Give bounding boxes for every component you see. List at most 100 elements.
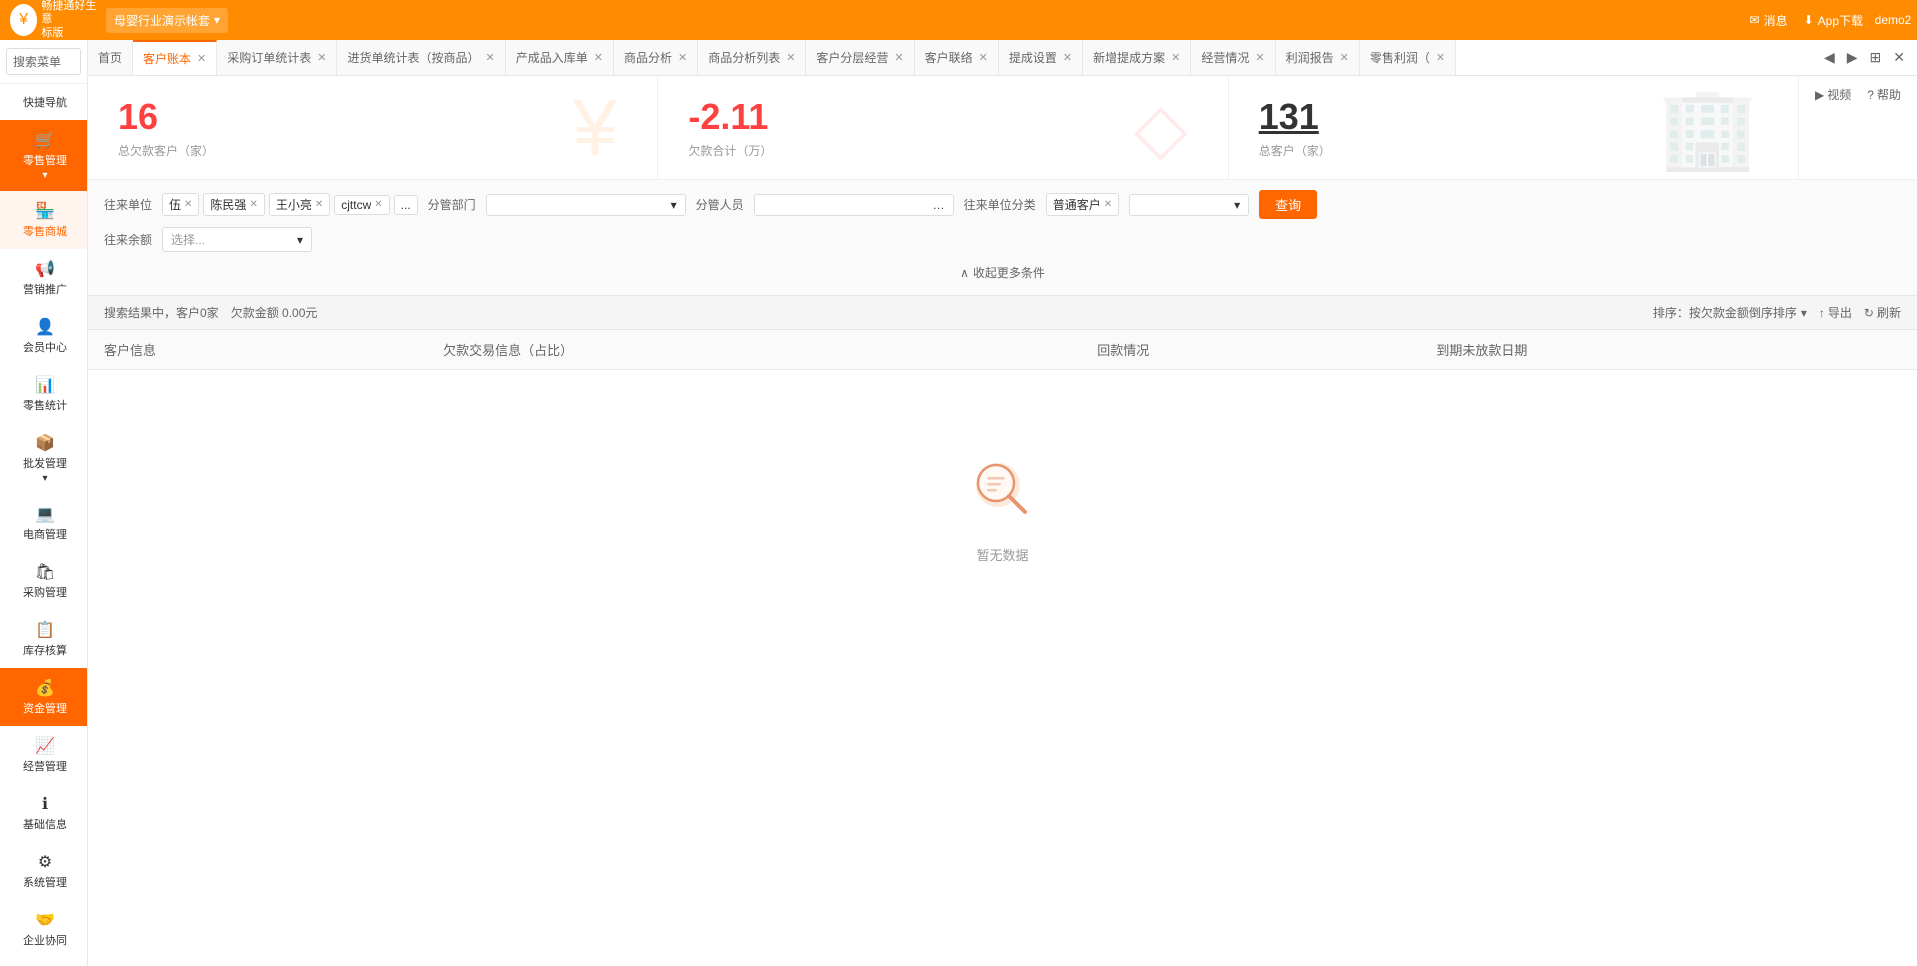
tab-purchase-order-stat[interactable]: 采购订单统计表 ✕ bbox=[217, 40, 337, 76]
sidebar-item-finance[interactable]: 💰 资金管理 bbox=[0, 668, 87, 726]
unit-filter-label: 往来单位 bbox=[104, 196, 152, 213]
sidebar-item-purchase[interactable]: 🛍 采购管理 bbox=[0, 552, 87, 610]
sidebar-item-enterprise-coop[interactable]: 🤝 企业协同 bbox=[0, 900, 87, 958]
sort-select[interactable]: 排序：按欠款金额倒序排序 ▾ bbox=[1653, 304, 1807, 321]
download-icon: ⬇ bbox=[1804, 13, 1814, 27]
filter-tag-wu: 伍 ✕ bbox=[162, 193, 199, 216]
ecommerce-icon: 💻 bbox=[35, 504, 55, 524]
balance-filter-select[interactable]: 选择... ▾ bbox=[162, 227, 312, 252]
sidebar-item-marketing[interactable]: 📢 营销推广 bbox=[0, 249, 87, 307]
video-btn[interactable]: ▶ 视频 bbox=[1815, 86, 1851, 103]
results-bar: 搜索结果中，客户0家 欠款金额 0.00元 排序：按欠款金额倒序排序 ▾ ↑ 导… bbox=[88, 296, 1917, 330]
table-header-repayment: 回款情况 bbox=[1081, 330, 1420, 370]
tab-close-new-promotion[interactable]: ✕ bbox=[1171, 51, 1180, 64]
filter-tag-cjttcw: cjttcw ✕ bbox=[334, 195, 389, 215]
tab-retail-profit[interactable]: 零售利润（ ✕ bbox=[1360, 40, 1456, 76]
sys-icon: ⚙ bbox=[38, 852, 52, 872]
empty-icon bbox=[963, 450, 1043, 533]
stat-card-total-customers: 🏢 131 总客户（家） bbox=[1229, 76, 1799, 179]
refresh-btn[interactable]: ↻ 刷新 bbox=[1864, 304, 1901, 321]
tab-close-product[interactable]: ✕ bbox=[678, 51, 687, 64]
tab-product-analysis[interactable]: 商品分析 ✕ bbox=[614, 40, 698, 76]
table-header-customer-info: 客户信息 bbox=[88, 330, 427, 370]
tab-close-profit[interactable]: ✕ bbox=[1340, 51, 1349, 64]
tab-close-segment[interactable]: ✕ bbox=[894, 51, 903, 64]
tab-profit-report[interactable]: 利润报告 ✕ bbox=[1276, 40, 1360, 76]
person-filter-select[interactable]: … bbox=[754, 194, 954, 216]
tab-close-contact[interactable]: ✕ bbox=[979, 51, 988, 64]
chevron-down-icon: ▾ bbox=[214, 13, 220, 27]
dept-filter-label: 分管部门 bbox=[428, 196, 476, 213]
total-customers-label: 总客户（家） bbox=[1259, 142, 1331, 159]
person-filter-label: 分管人员 bbox=[696, 196, 744, 213]
credit-customers-value: 16 bbox=[118, 96, 158, 138]
tab-close-ops[interactable]: ✕ bbox=[1255, 51, 1264, 64]
tag-normal-close[interactable]: ✕ bbox=[1104, 199, 1112, 210]
dept-filter-select[interactable]: ▾ bbox=[486, 194, 686, 216]
user-avatar-btn[interactable]: demo2 bbox=[1879, 6, 1907, 34]
tab-close-inbound[interactable]: ✕ bbox=[486, 51, 495, 64]
sidebar-item-member-center[interactable]: 👤 会员中心 bbox=[0, 307, 87, 365]
sidebar-item-base-info[interactable]: ℹ 基础信息 bbox=[0, 784, 87, 842]
sidebar-item-ecommerce[interactable]: 💻 电商管理 bbox=[0, 494, 87, 552]
tab-expand-btn[interactable]: ⊞ bbox=[1866, 47, 1886, 68]
tab-close-promotion[interactable]: ✕ bbox=[1063, 51, 1072, 64]
tab-bar-actions: ◀ ▶ ⊞ ✕ bbox=[1820, 47, 1917, 68]
tab-product-analysis-list[interactable]: 商品分析列表 ✕ bbox=[698, 40, 806, 76]
unit-category-select[interactable]: ▾ bbox=[1129, 194, 1249, 216]
sidebar-item-inventory[interactable]: 📋 库存核算 bbox=[0, 610, 87, 668]
help-icon: ? bbox=[1867, 88, 1874, 102]
sidebar-item-ops[interactable]: 📈 经营管理 bbox=[0, 726, 87, 784]
inventory-icon: 📋 bbox=[35, 620, 55, 640]
tag-chen-close[interactable]: ✕ bbox=[249, 199, 257, 210]
top-bar: ¥ 畅捷通好生意 标版 母婴行业演示帐套 ▾ ✉ 消息 ⬇ App下载 demo… bbox=[0, 0, 1917, 40]
sidebar-search-area: 搜索菜单 bbox=[0, 40, 87, 84]
tab-close-purchase[interactable]: ✕ bbox=[317, 51, 326, 64]
tab-scroll-left-btn[interactable]: ◀ bbox=[1820, 47, 1839, 68]
sidebar-item-retail-stats[interactable]: 📊 零售统计 bbox=[0, 365, 87, 423]
tag-wang-close[interactable]: ✕ bbox=[315, 199, 323, 210]
tab-close-cost[interactable]: ✕ bbox=[594, 51, 603, 64]
stat-card-credit-customers: ¥ 16 总欠款客户（家） bbox=[88, 76, 658, 179]
export-btn[interactable]: ↑ 导出 bbox=[1819, 304, 1852, 321]
tab-close-retail[interactable]: ✕ bbox=[1436, 51, 1445, 64]
collapse-row: ∧ 收起更多条件 bbox=[104, 260, 1901, 285]
sidebar-item-retail-mall[interactable]: 🏪 零售商城 bbox=[0, 191, 87, 249]
sidebar-item-wholesale[interactable]: 📦 批发管理 ▾ bbox=[0, 423, 87, 494]
tab-close-all-btn[interactable]: ✕ bbox=[1889, 47, 1909, 68]
filter-tag-more[interactable]: ... bbox=[394, 195, 418, 215]
data-table: 客户信息 欠款交易信息（占比） 回款情况 到期未放款日期 bbox=[88, 330, 1917, 370]
tab-customer-segment[interactable]: 客户分层经营 ✕ bbox=[806, 40, 914, 76]
sidebar-search-btn[interactable]: 搜索菜单 bbox=[6, 48, 81, 75]
sidebar-item-retail-manage[interactable]: 🛒 零售管理 ▾ bbox=[0, 120, 87, 191]
tab-promotion-settings[interactable]: 提成设置 ✕ bbox=[999, 40, 1083, 76]
tab-inbound-stat[interactable]: 进货单统计表（按商品） ✕ bbox=[337, 40, 505, 76]
tab-scroll-right-btn[interactable]: ▶ bbox=[1843, 47, 1862, 68]
tag-wu-close[interactable]: ✕ bbox=[184, 199, 192, 210]
tab-customer-account[interactable]: 客户账本 ✕ bbox=[133, 40, 217, 76]
logo-area: ¥ 畅捷通好生意 标版 bbox=[10, 0, 98, 40]
tab-close-customer-account[interactable]: ✕ bbox=[197, 52, 206, 65]
filter-tag-normal-customer: 普通客户 ✕ bbox=[1046, 193, 1119, 216]
tab-close-product-list[interactable]: ✕ bbox=[786, 51, 795, 64]
collapse-btn[interactable]: ∧ 收起更多条件 bbox=[960, 260, 1045, 285]
app-download-btn[interactable]: ⬇ App下载 bbox=[1804, 12, 1863, 29]
tab-cost-inbound[interactable]: 产成品入库单 ✕ bbox=[506, 40, 614, 76]
tab-customer-contact[interactable]: 客户联络 ✕ bbox=[915, 40, 999, 76]
sidebar-item-new-guide[interactable]: 🎯 新手引导 bbox=[0, 958, 87, 966]
export-icon: ↑ bbox=[1819, 306, 1825, 320]
sidebar-item-sys-manage[interactable]: ⚙ 系统管理 bbox=[0, 842, 87, 900]
tab-ops[interactable]: 经营情况 ✕ bbox=[1191, 40, 1275, 76]
sidebar-item-nav-hint[interactable]: 快捷导航 bbox=[0, 84, 87, 120]
tag-cjttcw-close[interactable]: ✕ bbox=[374, 199, 382, 210]
credit-customers-label: 总欠款客户（家） bbox=[118, 142, 214, 159]
stat-card-credit-total: ◇ -2.11 欠款合计（万） bbox=[658, 76, 1228, 179]
tab-new-promotion[interactable]: 新增提成方案 ✕ bbox=[1083, 40, 1191, 76]
help-btn[interactable]: ? 帮助 bbox=[1867, 86, 1901, 103]
unit-category-label: 往来单位分类 bbox=[964, 196, 1036, 213]
account-selector[interactable]: 母婴行业演示帐套 ▾ bbox=[106, 8, 228, 33]
credit-total-value: -2.11 bbox=[688, 96, 768, 138]
messages-btn[interactable]: ✉ 消息 bbox=[1750, 12, 1788, 29]
tab-home[interactable]: 首页 bbox=[88, 40, 133, 76]
query-btn[interactable]: 查询 bbox=[1259, 190, 1317, 219]
